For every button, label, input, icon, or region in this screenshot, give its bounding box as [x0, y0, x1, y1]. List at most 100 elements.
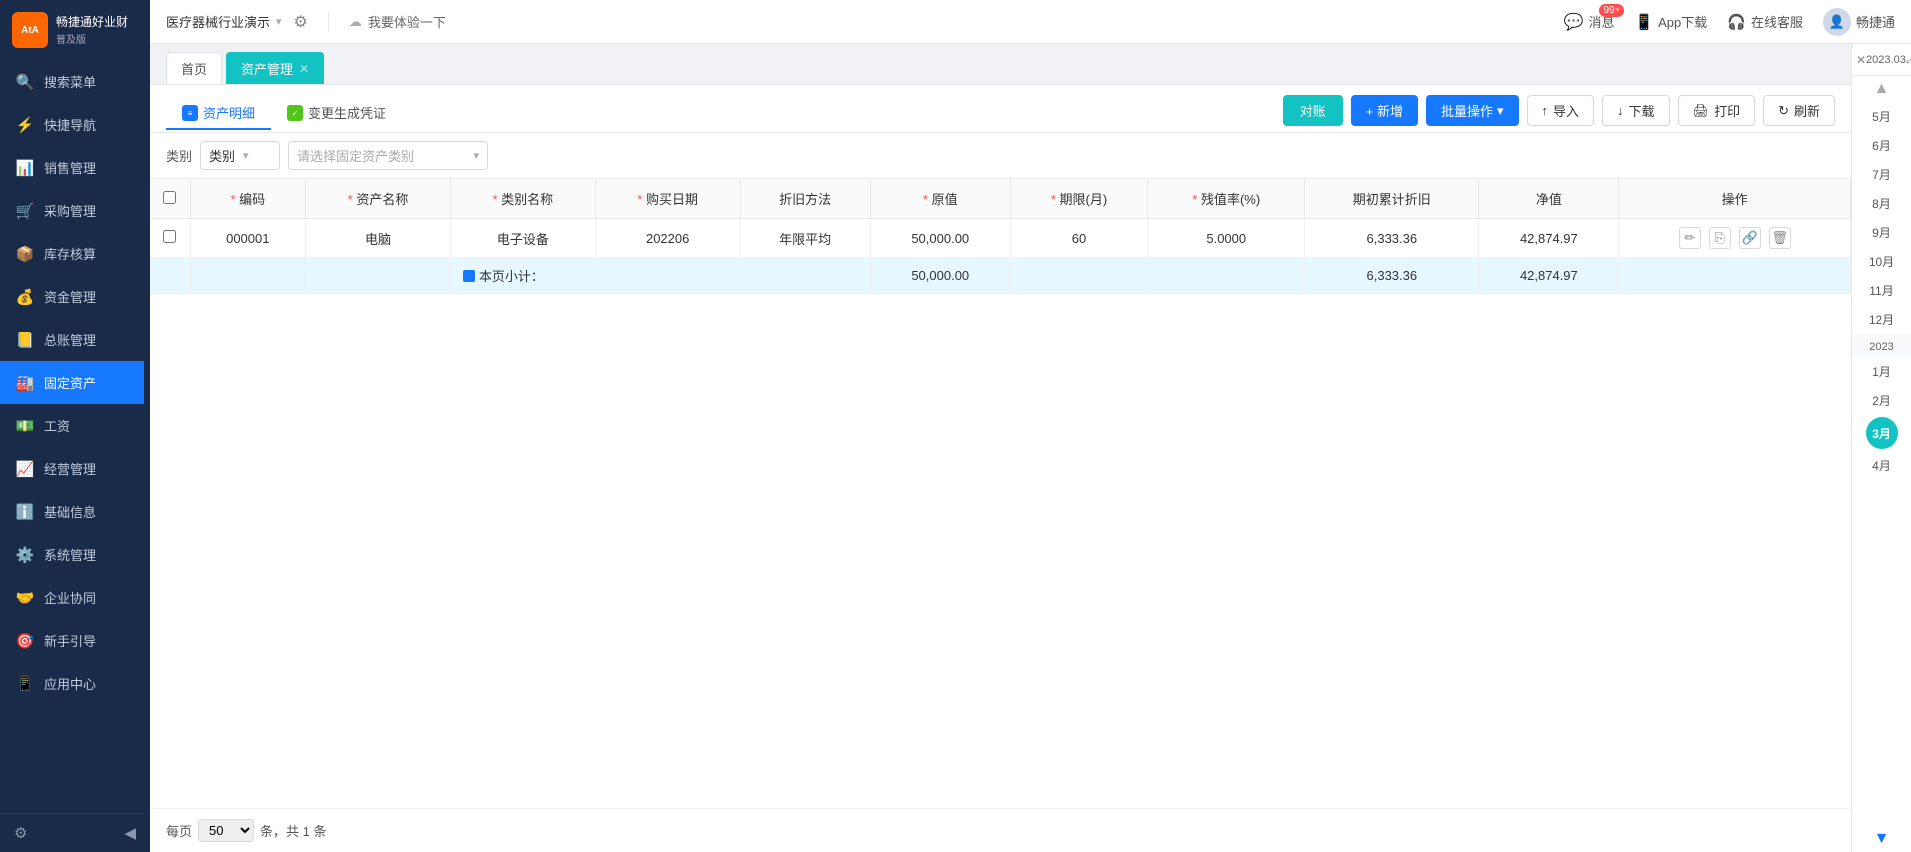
month-2[interactable]: 2月 [1852, 386, 1911, 415]
app-download-button[interactable]: 📱 App下载 [1634, 12, 1707, 31]
reconcile-button[interactable]: 对账 [1283, 95, 1343, 126]
subtotal-empty-2 [190, 258, 306, 294]
svg-text:≡: ≡ [188, 109, 193, 118]
download-icon: ↓ [1617, 103, 1624, 118]
sidebar-item-sales[interactable]: 📊 销售管理 [0, 146, 144, 189]
right-panel-header: ✕ 2023.03 ⤢ [1852, 44, 1911, 76]
settings-gear-icon[interactable]: ⚙ [294, 12, 308, 32]
fund-icon: 💰 [16, 288, 34, 306]
row-original-value: 50,000.00 [870, 219, 1010, 258]
payroll-icon: 💵 [16, 417, 34, 435]
svg-text:✓: ✓ [292, 109, 299, 118]
month-1[interactable]: 1月 [1852, 357, 1911, 386]
page-size-select[interactable]: 50 10 20 100 [198, 819, 254, 842]
row-checkbox[interactable] [163, 230, 176, 243]
row-code: 000001 [190, 219, 306, 258]
category-filter-type[interactable]: 类别 ▾ [200, 141, 280, 170]
subtotal-empty-1 [150, 258, 190, 294]
page-inner: ≡ 资产明细 ✓ 变更生成凭证 对账 + 新增 [150, 85, 1851, 852]
calendar-up-arrow[interactable]: ▲ [1870, 76, 1894, 102]
edit-icon[interactable]: ✏ [1679, 227, 1701, 249]
sidebar-item-ledger[interactable]: 📒 总账管理 [0, 318, 144, 361]
topbar: 医疗器械行业演示 ▾ ⚙ ☁ 我要体验一下 💬 消息 99+ 📱 App下载 🎧… [150, 0, 1911, 44]
filter-type-dropdown-icon: ▾ [243, 149, 249, 162]
asset-detail-tab-icon: ≡ [182, 105, 198, 121]
delete-icon[interactable]: 🗑 [1769, 227, 1791, 249]
import-icon: ↑ [1542, 103, 1549, 118]
refresh-button[interactable]: ↻ 刷新 [1763, 95, 1835, 126]
sidebar-item-guide[interactable]: 🎯 新手引导 [0, 619, 144, 662]
month-3-current[interactable]: 3月 [1866, 417, 1898, 449]
ledger-icon: 📒 [16, 331, 34, 349]
app-center-icon: 📱 [16, 675, 34, 693]
table-wrapper: 编码 资产名称 类别名称 购买日期 折旧方法 原值 期限(月) 残值率(%) 期… [150, 179, 1851, 808]
category-filter-value[interactable]: 请选择固定资产类别 ▾ [288, 141, 488, 170]
new-button[interactable]: + 新增 [1351, 95, 1418, 126]
calendar-down-arrow[interactable]: ▼ [1870, 826, 1894, 852]
subtotal-empty-4 [1010, 258, 1147, 294]
sidebar-item-fixed-assets[interactable]: 🏭 固定资产 [0, 361, 144, 404]
sidebar-item-app-center[interactable]: 📱 应用中心 [0, 662, 144, 705]
sidebar-item-fund[interactable]: 💰 资金管理 [0, 275, 144, 318]
print-button[interactable]: 🖨 打印 [1678, 95, 1756, 126]
sidebar-item-basic-info[interactable]: ℹ️ 基础信息 [0, 490, 144, 533]
subtotal-empty-3 [306, 258, 451, 294]
collapse-sidebar-icon[interactable]: ◀ [124, 824, 136, 842]
online-service-button[interactable]: 🎧 在线客服 [1727, 12, 1803, 31]
subtotal-row: 本页小计： 50,000.00 6,333.36 [150, 258, 1851, 294]
month-4[interactable]: 4月 [1852, 451, 1911, 480]
month-11[interactable]: 11月 [1852, 276, 1911, 305]
tab-close-icon[interactable]: ✕ [299, 62, 309, 76]
sidebar-item-operations[interactable]: 📈 经营管理 [0, 447, 144, 490]
right-panel-expand-icon[interactable]: ⤢ [1906, 52, 1911, 67]
month-7[interactable]: 7月 [1852, 160, 1911, 189]
row-depreciation-method: 年限平均 [740, 219, 870, 258]
month-10[interactable]: 10月 [1852, 247, 1911, 276]
message-button[interactable]: 💬 消息 99+ [1564, 12, 1615, 32]
tab-home[interactable]: 首页 [166, 52, 222, 84]
fixed-assets-icon: 🏭 [16, 374, 34, 392]
month-6[interactable]: 6月 [1852, 131, 1911, 160]
sidebar-item-payroll[interactable]: 💵 工资 [0, 404, 144, 447]
subtotal-label-cell: 本页小计： [450, 258, 870, 294]
sidebar-item-inventory[interactable]: 📦 库存核算 [0, 232, 144, 275]
copy-icon[interactable]: ⎘ [1709, 227, 1731, 249]
month-8[interactable]: 8月 [1852, 189, 1911, 218]
filter-label: 类别 [166, 146, 192, 165]
sidebar-item-quick-nav[interactable]: ⚡ 快捷导航 [0, 103, 144, 146]
link-icon[interactable]: 🔗 [1739, 227, 1761, 249]
month-9[interactable]: 9月 [1852, 218, 1911, 247]
month-5[interactable]: 5月 [1852, 102, 1911, 131]
table-header-row: 编码 资产名称 类别名称 购买日期 折旧方法 原值 期限(月) 残值率(%) 期… [150, 179, 1851, 219]
subtotal-empty-6 [1619, 258, 1851, 294]
year-label-section: 2023 [1852, 334, 1911, 357]
download-button[interactable]: ↓ 下载 [1602, 95, 1670, 126]
filter-value-dropdown-icon: ▾ [473, 149, 479, 162]
table-row: 000001 电脑 电子设备 202206 [150, 219, 1851, 258]
user-menu[interactable]: 👤 畅捷通 [1823, 8, 1895, 36]
sub-tab-asset-detail[interactable]: ≡ 资产明细 [166, 97, 271, 130]
batch-dropdown-icon: ▾ [1497, 103, 1504, 119]
action-icons-group: ✏ ⎘ 🔗 🗑 [1631, 227, 1838, 249]
right-panel-close-icon[interactable]: ✕ [1856, 53, 1866, 67]
subtotal-original-value: 50,000.00 [870, 258, 1010, 294]
th-checkbox [150, 179, 190, 219]
right-panel: ✕ 2023.03 ⤢ ▲ 5月 6月 7月 8月 9月 10月 11月 12月… [1851, 44, 1911, 852]
batch-button[interactable]: 批量操作 ▾ [1426, 95, 1519, 126]
import-button[interactable]: ↑ 导入 [1527, 95, 1595, 126]
subtotal-accumulated: 6,333.36 [1305, 258, 1479, 294]
sub-tab-change-voucher[interactable]: ✓ 变更生成凭证 [271, 97, 402, 130]
company-selector[interactable]: 医疗器械行业演示 ▾ [166, 12, 282, 31]
sidebar-item-enterprise[interactable]: 🤝 企业协同 [0, 576, 144, 619]
select-all-checkbox[interactable] [163, 191, 176, 204]
subtotal-empty-5 [1148, 258, 1305, 294]
sidebar-item-purchase[interactable]: 🛒 采购管理 [0, 189, 144, 232]
settings-icon[interactable]: ⚙ [14, 824, 27, 842]
experience-button[interactable]: ☁ 我要体验一下 [349, 12, 446, 31]
topbar-right: 💬 消息 99+ 📱 App下载 🎧 在线客服 👤 畅捷通 [1564, 8, 1895, 36]
sidebar-item-system[interactable]: ⚙️ 系统管理 [0, 533, 144, 576]
month-12[interactable]: 12月 [1852, 305, 1911, 334]
sidebar-item-search[interactable]: 🔍 搜索菜单 [0, 60, 144, 103]
row-checkbox-cell [150, 219, 190, 258]
tab-asset-mgmt[interactable]: 资产管理 ✕ [226, 52, 324, 84]
